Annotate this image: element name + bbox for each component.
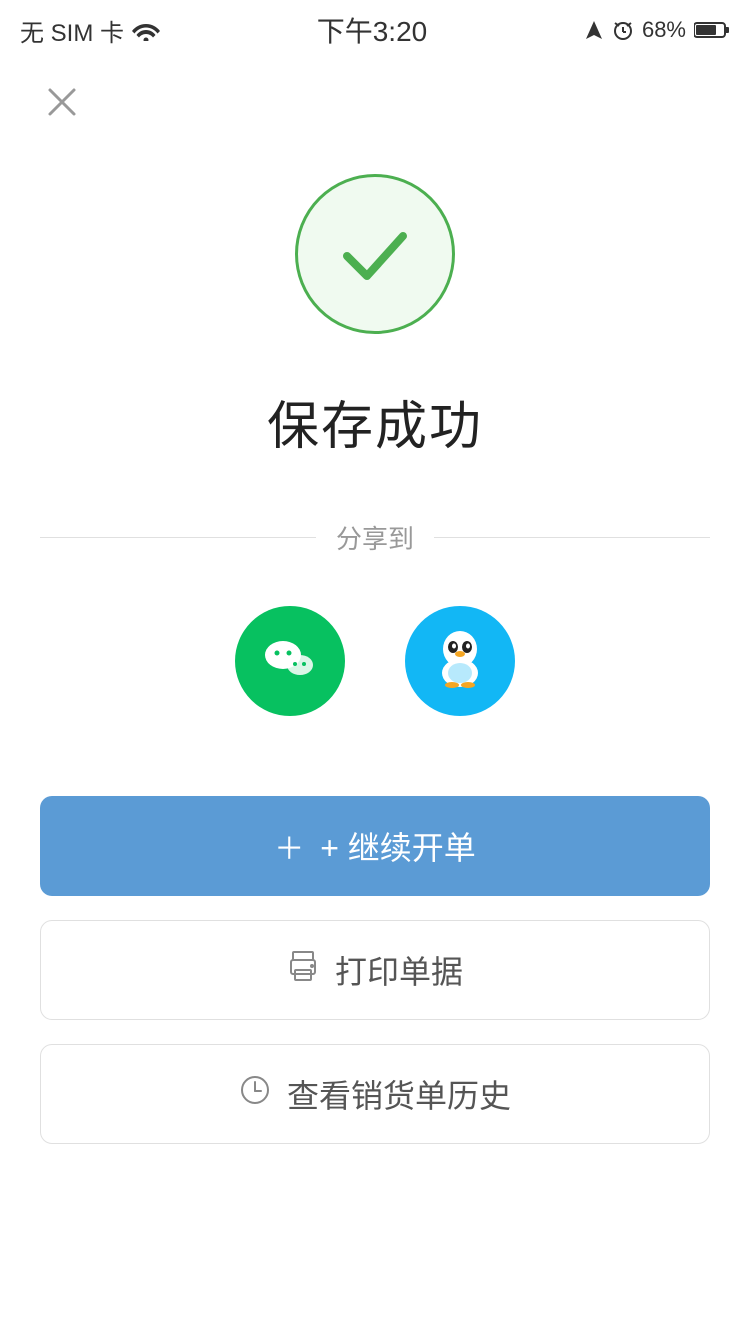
printer-icon	[287, 950, 319, 990]
checkmark-icon	[335, 214, 415, 294]
share-divider: 分享到	[40, 519, 710, 556]
success-title: 保存成功	[267, 384, 483, 459]
battery-icon	[694, 21, 730, 39]
clock-svg	[239, 1074, 271, 1106]
wechat-icon	[260, 631, 320, 691]
close-button[interactable]	[40, 80, 84, 124]
wechat-share-button[interactable]	[235, 606, 345, 716]
continue-button[interactable]: ＋ + 继续开单	[40, 796, 710, 896]
qq-share-button[interactable]	[405, 606, 515, 716]
no-sim-text: 无 SIM 卡	[20, 13, 124, 48]
share-label: 分享到	[336, 519, 414, 556]
share-icons	[40, 606, 710, 716]
print-label: 打印单据	[335, 947, 463, 993]
close-area	[0, 60, 750, 144]
status-time: 下午3:20	[317, 10, 428, 50]
wifi-icon	[132, 19, 160, 41]
history-label: 查看销货单历史	[287, 1071, 511, 1117]
qq-icon	[430, 629, 490, 694]
clock-icon	[239, 1074, 271, 1114]
status-right: 68%	[584, 17, 730, 43]
battery-text: 68%	[642, 17, 686, 43]
success-circle	[295, 174, 455, 334]
history-button[interactable]: 查看销货单历史	[40, 1044, 710, 1144]
printer-svg	[287, 950, 319, 982]
close-icon	[46, 86, 78, 118]
print-button[interactable]: 打印单据	[40, 920, 710, 1020]
plus-icon: ＋	[274, 824, 304, 868]
status-left: 无 SIM 卡	[20, 13, 160, 48]
alarm-icon	[612, 19, 634, 41]
status-bar: 无 SIM 卡 下午3:20 68%	[0, 0, 750, 60]
location-icon	[584, 19, 604, 41]
actions-section: ＋ + 继续开单 打印单据 查看销货单历史	[0, 756, 750, 1144]
share-section: 分享到	[0, 519, 750, 716]
success-section: 保存成功	[0, 144, 750, 519]
continue-label: + 继续开单	[320, 823, 476, 869]
